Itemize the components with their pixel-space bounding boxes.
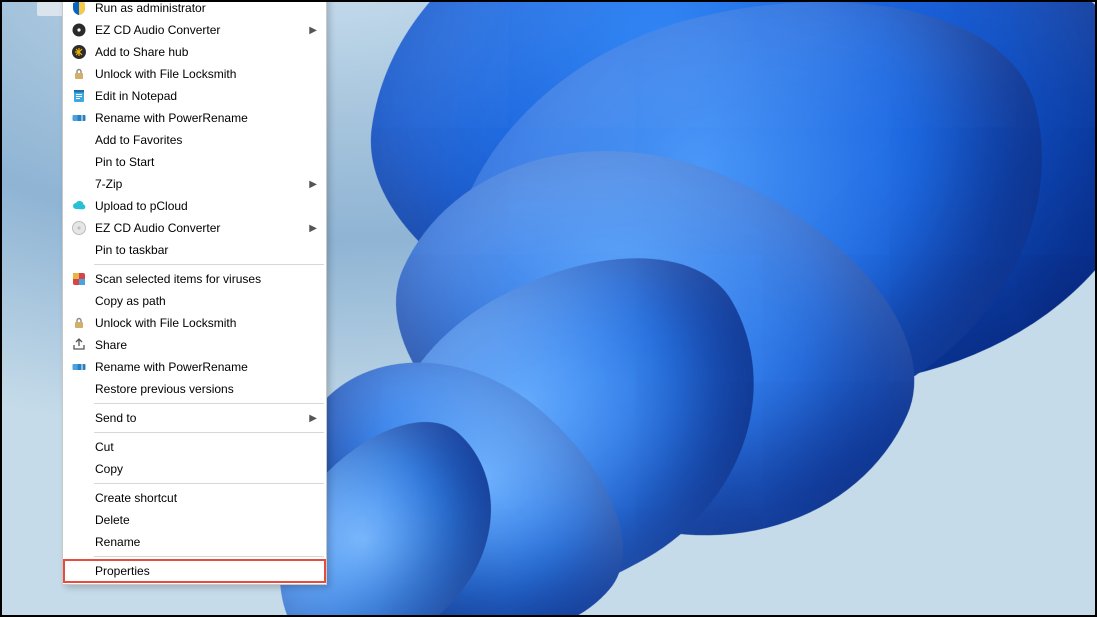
shield-icon [68, 0, 90, 16]
menu-item-copy[interactable]: Copy [64, 458, 325, 480]
menu-item-run-as-admin[interactable]: Run as administrator [64, 0, 325, 19]
menu-item-scan-viruses[interactable]: Scan selected items for viruses [64, 268, 325, 290]
menu-item-seven-zip[interactable]: 7-Zip ▶ [64, 173, 325, 195]
menu-item-label: EZ CD Audio Converter [90, 221, 303, 235]
menu-item-label: Properties [90, 564, 317, 578]
lock-icon [68, 315, 90, 331]
menu-item-properties[interactable]: Properties [64, 560, 325, 582]
menu-item-edit-notepad[interactable]: Edit in Notepad [64, 85, 325, 107]
chevron-right-icon: ▶ [309, 179, 317, 190]
share-hub-icon [68, 44, 90, 60]
desktop-icon-label-fragment [37, 2, 63, 16]
menu-item-label: Rename [90, 535, 317, 549]
menu-item-label: Copy [90, 462, 317, 476]
menu-item-send-to[interactable]: Send to ▶ [64, 407, 325, 429]
menu-item-copy-as-path[interactable]: Copy as path [64, 290, 325, 312]
menu-item-label: Rename with PowerRename [90, 360, 317, 374]
menu-item-rename-powerrename-1[interactable]: Rename with PowerRename [64, 107, 325, 129]
notepad-icon [68, 88, 90, 104]
menu-item-label: Add to Favorites [90, 133, 317, 147]
menu-item-label: Send to [90, 411, 303, 425]
menu-item-pin-to-taskbar[interactable]: Pin to taskbar [64, 239, 325, 261]
menu-item-share[interactable]: Share [64, 334, 325, 356]
menu-item-label: Unlock with File Locksmith [90, 316, 317, 330]
menu-item-pin-to-start[interactable]: Pin to Start [64, 151, 325, 173]
menu-item-label: EZ CD Audio Converter [90, 23, 303, 37]
menu-item-cut[interactable]: Cut [64, 436, 325, 458]
menu-separator [94, 432, 324, 433]
menu-item-label: Share [90, 338, 317, 352]
menu-separator [94, 403, 324, 404]
menu-item-label: Run as administrator [90, 1, 317, 15]
rename-icon [68, 359, 90, 375]
menu-item-unlock-locksmith-2[interactable]: Unlock with File Locksmith [64, 312, 325, 334]
context-menu: Run as administrator EZ CD Audio Converte… [62, 0, 327, 585]
menu-item-upload-pcloud[interactable]: Upload to pCloud [64, 195, 325, 217]
menu-item-create-shortcut[interactable]: Create shortcut [64, 487, 325, 509]
menu-item-rename-powerrename-2[interactable]: Rename with PowerRename [64, 356, 325, 378]
menu-item-label: Upload to pCloud [90, 199, 317, 213]
menu-item-label: Pin to taskbar [90, 243, 317, 257]
menu-item-label: Cut [90, 440, 317, 454]
menu-item-ez-cd-2[interactable]: EZ CD Audio Converter ▶ [64, 217, 325, 239]
menu-item-label: Create shortcut [90, 491, 317, 505]
disc-light-icon [68, 220, 90, 236]
menu-item-unlock-locksmith-1[interactable]: Unlock with File Locksmith [64, 63, 325, 85]
menu-separator [94, 483, 324, 484]
menu-item-label: Copy as path [90, 294, 317, 308]
menu-item-add-favorites[interactable]: Add to Favorites [64, 129, 325, 151]
menu-item-restore-versions[interactable]: Restore previous versions [64, 378, 325, 400]
menu-item-rename[interactable]: Rename [64, 531, 325, 553]
scan-icon [68, 271, 90, 287]
rename-icon [68, 110, 90, 126]
menu-item-delete[interactable]: Delete [64, 509, 325, 531]
chevron-right-icon: ▶ [309, 25, 317, 36]
chevron-right-icon: ▶ [309, 413, 317, 424]
menu-item-add-share-hub[interactable]: Add to Share hub [64, 41, 325, 63]
menu-separator [94, 264, 324, 265]
menu-item-ez-cd-1[interactable]: EZ CD Audio Converter ▶ [64, 19, 325, 41]
menu-item-label: Scan selected items for viruses [90, 272, 317, 286]
cloud-icon [68, 198, 90, 214]
menu-separator [94, 556, 324, 557]
menu-item-label: Unlock with File Locksmith [90, 67, 317, 81]
menu-item-label: Delete [90, 513, 317, 527]
desktop-frame: Run as administrator EZ CD Audio Converte… [0, 0, 1097, 617]
disc-dark-icon [68, 22, 90, 38]
menu-item-label: Rename with PowerRename [90, 111, 317, 125]
menu-item-label: Add to Share hub [90, 45, 317, 59]
menu-item-label: 7-Zip [90, 177, 303, 191]
menu-item-label: Edit in Notepad [90, 89, 317, 103]
menu-item-label: Pin to Start [90, 155, 317, 169]
share-icon [68, 337, 90, 353]
chevron-right-icon: ▶ [309, 223, 317, 234]
lock-icon [68, 66, 90, 82]
menu-item-label: Restore previous versions [90, 382, 317, 396]
